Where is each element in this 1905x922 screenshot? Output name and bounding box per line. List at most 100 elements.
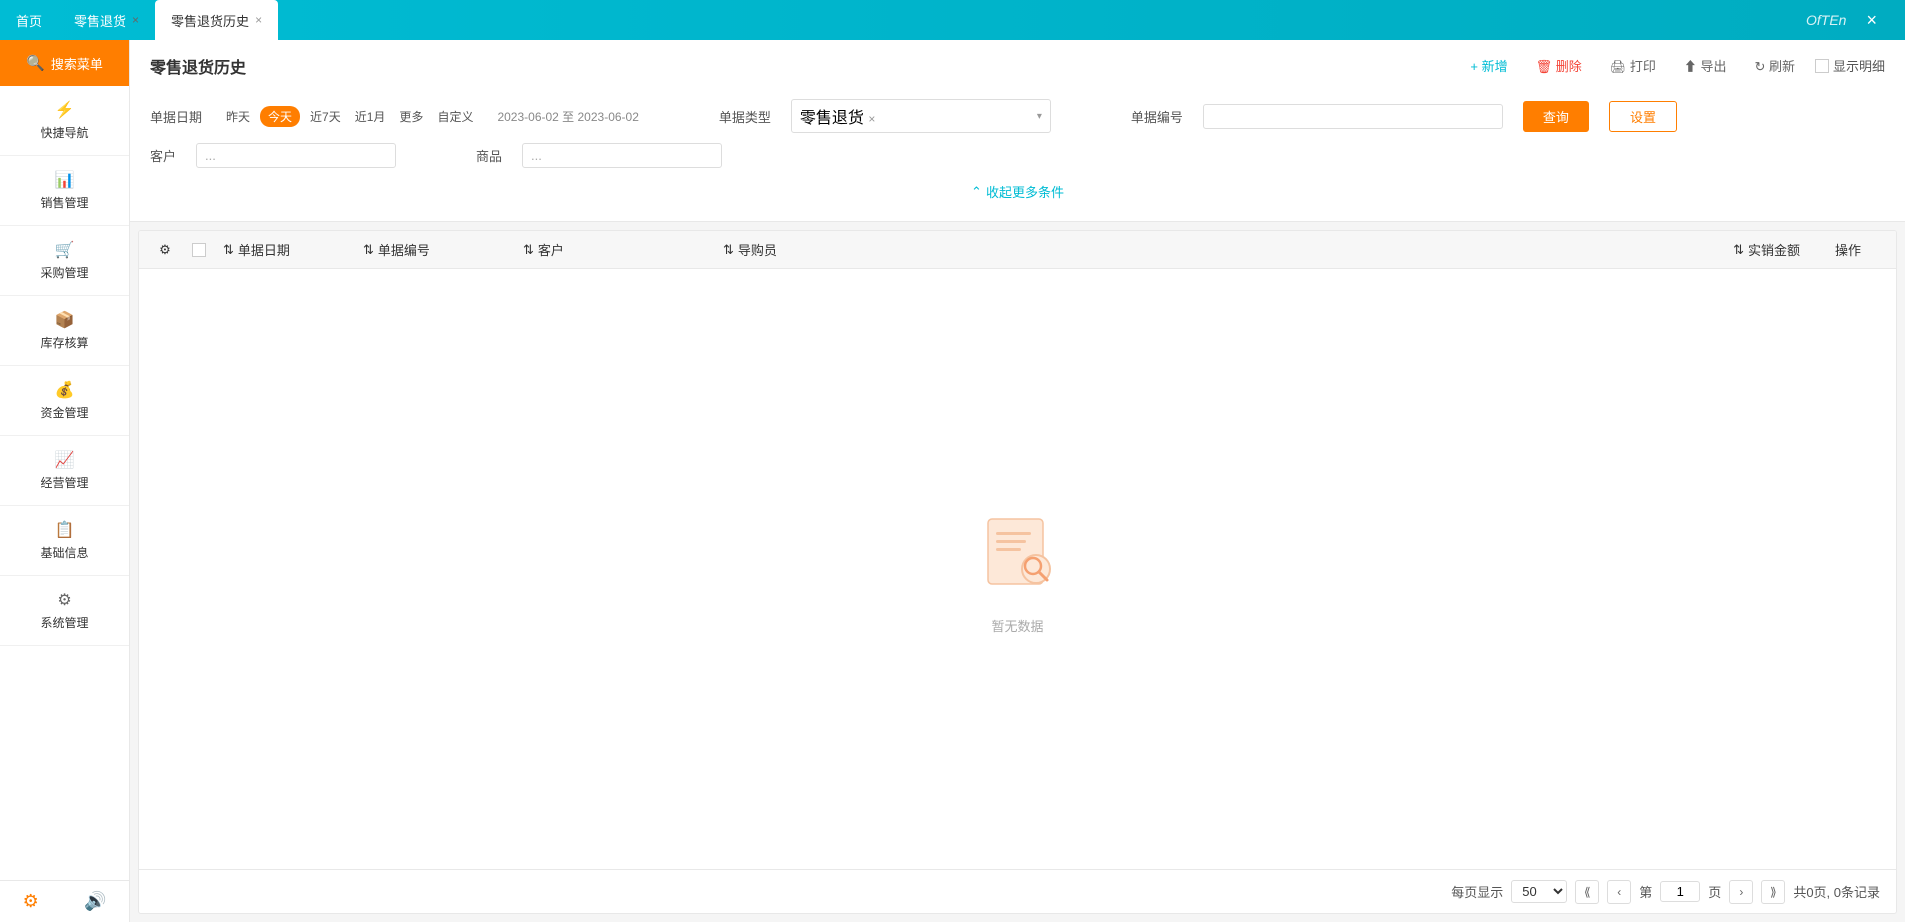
first-page-button[interactable]: ⟪ — [1575, 880, 1599, 904]
tab-retail-return[interactable]: 零售退货 × — [58, 0, 155, 40]
collapse-conditions-button[interactable]: ⌃ 收起更多条件 — [959, 178, 1076, 205]
goods-filter-input[interactable]: ... — [522, 143, 722, 168]
tab-home[interactable]: 首页 — [0, 0, 58, 40]
tab-retail-return-history-label: 零售退货历史 — [171, 11, 249, 30]
settings-bottom-icon[interactable]: ⚙ — [23, 891, 39, 912]
sidebar-item-quick-nav[interactable]: ⚡ 快捷导航 — [0, 86, 129, 156]
export-button[interactable]: ⬆ 导出 — [1676, 52, 1735, 79]
type-filter-remove[interactable]: × — [868, 112, 875, 126]
print-button[interactable]: 🖨 打印 — [1602, 52, 1664, 79]
sidebar-item-sales-label: 销售管理 — [40, 194, 88, 211]
prev-page-button[interactable]: ‹ — [1607, 880, 1631, 904]
refresh-button[interactable]: ↻ 刷新 — [1746, 52, 1803, 79]
filter-row-2: 客户 ... 商品 ... — [150, 143, 1885, 168]
system-icon: ⚙ — [55, 590, 75, 610]
music-bottom-icon[interactable]: 🔊 — [84, 891, 106, 912]
date-btn-custom[interactable]: 自定义 — [433, 106, 477, 127]
quick-nav-icon: ⚡ — [55, 100, 75, 120]
search-icon: 🔍 — [26, 54, 45, 72]
sidebar-search[interactable]: 🔍 搜索菜单 — [0, 40, 129, 86]
operations-icon: 📈 — [55, 450, 75, 470]
th-amount[interactable]: ⇅ 实销金额 — [1688, 240, 1808, 259]
customer-filter-input[interactable]: ... — [196, 143, 396, 168]
top-bar: 首页 零售退货 × 零售退货历史 × OfTEn × — [0, 0, 1905, 40]
display-switch[interactable]: 显示明细 — [1815, 56, 1885, 75]
filter-row-1: 单据日期 昨天 今天 近7天 近1月 更多 自定义 2023-06-02 至 2… — [150, 99, 1885, 133]
date-filter-label: 单据日期 — [150, 107, 202, 126]
date-btn-yesterday[interactable]: 昨天 — [222, 106, 254, 127]
content-area: 零售退货历史 + 新增 🗑 删除 🖨 打印 ⬆ 导出 ↻ 刷新 显示明细 — [130, 40, 1905, 922]
filter-area: 单据日期 昨天 今天 近7天 近1月 更多 自定义 2023-06-02 至 2… — [150, 89, 1885, 221]
collapse-icon: ⌃ — [971, 184, 982, 200]
empty-icon — [968, 504, 1068, 604]
sidebar-item-finance[interactable]: 💰 资金管理 — [0, 366, 129, 436]
table-container: ⚙ ⇅ 单据日期 ⇅ 单据编号 ⇅ 客户 ⇅ — [138, 230, 1897, 914]
type-filter-tag: 零售退货 × — [800, 104, 875, 128]
next-page-button[interactable]: › — [1729, 880, 1753, 904]
page-header: 零售退货历史 + 新增 🗑 删除 🖨 打印 ⬆ 导出 ↻ 刷新 显示明细 — [130, 40, 1905, 222]
type-filter-chevron: ▾ — [1037, 111, 1042, 122]
th-customer-label: 客户 — [538, 240, 564, 259]
page-size-select[interactable]: 50 10 20 100 — [1511, 880, 1567, 903]
sidebar-item-operations[interactable]: 📈 经营管理 — [0, 436, 129, 506]
display-label: 显示明细 — [1833, 56, 1885, 75]
page-number-input[interactable] — [1660, 881, 1700, 902]
th-settings[interactable]: ⚙ — [147, 242, 183, 258]
number-filter-input[interactable] — [1203, 104, 1503, 129]
sidebar-search-label: 搜索菜单 — [51, 54, 103, 73]
th-date[interactable]: ⇅ 单据日期 — [215, 240, 355, 259]
tab-retail-return-history[interactable]: 零售退货历史 × — [155, 0, 278, 40]
th-checkbox[interactable] — [183, 243, 215, 257]
main-layout: 🔍 搜索菜单 ⚡ 快捷导航 📊 销售管理 🛒 采购管理 📦 库存核算 💰 资金管… — [0, 40, 1905, 922]
date-btn-today[interactable]: 今天 — [260, 106, 300, 127]
th-guide[interactable]: ⇅ 导购员 — [715, 240, 1688, 259]
display-checkbox[interactable] — [1815, 59, 1829, 73]
page-title: 零售退货历史 — [150, 54, 246, 78]
sidebar-item-purchase[interactable]: 🛒 采购管理 — [0, 226, 129, 296]
settings-button[interactable]: 设置 — [1609, 101, 1677, 132]
table-header: ⚙ ⇅ 单据日期 ⇅ 单据编号 ⇅ 客户 ⇅ — [139, 231, 1896, 269]
page-unit: 页 — [1708, 882, 1721, 901]
collapse-label: 收起更多条件 — [986, 182, 1064, 201]
sidebar-bottom: ⚙ 🔊 — [0, 880, 129, 922]
date-filter-btns: 昨天 今天 近7天 近1月 更多 自定义 — [222, 106, 477, 127]
th-number-sort-icon: ⇅ — [363, 242, 374, 258]
sidebar-item-sales[interactable]: 📊 销售管理 — [0, 156, 129, 226]
th-ops: 操作 — [1808, 240, 1888, 259]
sidebar-item-basic-info-label: 基础信息 — [40, 544, 88, 561]
th-number-label: 单据编号 — [378, 240, 430, 259]
tab-retail-return-history-close[interactable]: × — [255, 13, 262, 27]
sidebar-item-inventory[interactable]: 📦 库存核算 — [0, 296, 129, 366]
date-btn-1month[interactable]: 近1月 — [351, 106, 390, 127]
select-all-checkbox[interactable] — [192, 243, 206, 257]
tab-retail-return-close[interactable]: × — [132, 13, 139, 27]
query-button[interactable]: 查询 — [1523, 101, 1589, 132]
type-filter-label: 单据类型 — [719, 107, 771, 126]
th-ops-label: 操作 — [1835, 240, 1861, 259]
empty-text: 暂无数据 — [991, 616, 1043, 635]
th-customer[interactable]: ⇅ 客户 — [515, 240, 715, 259]
date-btn-7days[interactable]: 近7天 — [306, 106, 345, 127]
sidebar-item-system[interactable]: ⚙ 系统管理 — [0, 576, 129, 646]
total-info: 共0页, 0条记录 — [1793, 882, 1880, 901]
empty-state: 暂无数据 — [139, 269, 1896, 869]
sidebar-item-basic-info[interactable]: 📋 基础信息 — [0, 506, 129, 576]
column-settings-icon[interactable]: ⚙ — [159, 242, 171, 258]
th-date-sort-icon: ⇅ — [223, 242, 234, 258]
goods-filter-label: 商品 — [476, 146, 502, 165]
sidebar-item-system-label: 系统管理 — [40, 614, 88, 631]
toolbar: + 新增 🗑 删除 🖨 打印 ⬆ 导出 ↻ 刷新 显示明细 — [1462, 52, 1885, 79]
last-page-button[interactable]: ⟫ — [1761, 880, 1785, 904]
sidebar: 🔍 搜索菜单 ⚡ 快捷导航 📊 销售管理 🛒 采购管理 📦 库存核算 💰 资金管… — [0, 40, 130, 922]
new-button[interactable]: + 新增 — [1462, 52, 1515, 79]
th-number[interactable]: ⇅ 单据编号 — [355, 240, 515, 259]
window-close-button[interactable]: × — [1854, 10, 1889, 31]
th-amount-label: 实销金额 — [1748, 240, 1800, 259]
sidebar-item-purchase-label: 采购管理 — [40, 264, 88, 281]
delete-button[interactable]: 🗑 删除 — [1528, 52, 1590, 79]
tab-home-label: 首页 — [16, 11, 42, 30]
sidebar-item-inventory-label: 库存核算 — [40, 334, 88, 351]
sidebar-item-finance-label: 资金管理 — [40, 404, 88, 421]
date-btn-more[interactable]: 更多 — [395, 106, 427, 127]
type-filter-select[interactable]: 零售退货 × ▾ — [791, 99, 1051, 133]
